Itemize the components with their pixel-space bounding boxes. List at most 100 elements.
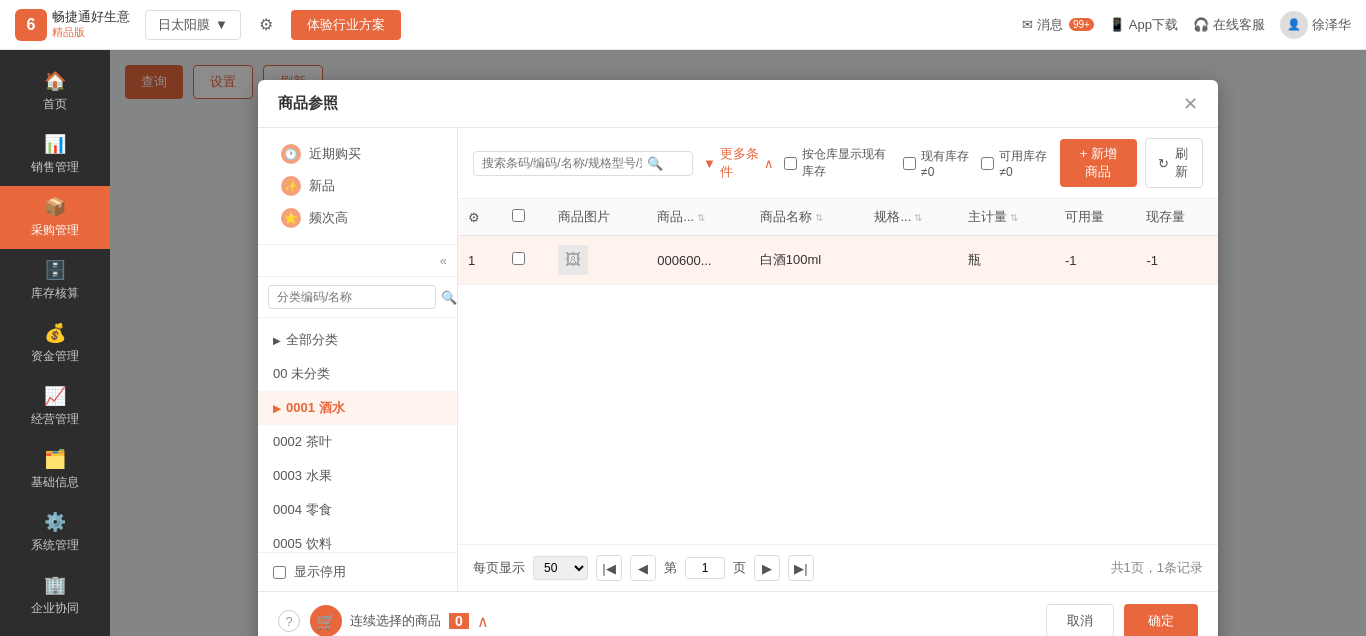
home-icon: 🏠 (44, 70, 66, 92)
warehouse-filter[interactable]: 按仓库显示现有库存 (784, 146, 893, 180)
settings-col-icon[interactable]: ⚙ (468, 210, 480, 225)
customer-service-label: 在线客服 (1213, 16, 1265, 34)
row-code: 000600... (647, 236, 750, 285)
new-icon: ✨ (281, 176, 301, 196)
sidebar-item-finance[interactable]: 💰 资金管理 (0, 312, 110, 375)
product-toolbar: 🔍 ▼ 更多条件 ∧ 按仓库显示现有库存 (458, 128, 1218, 199)
category-search-input[interactable] (268, 285, 436, 309)
last-page-button[interactable]: ▶| (788, 555, 814, 581)
user-item[interactable]: 👤 徐泽华 (1280, 11, 1351, 39)
arrow-icon: ▶ (273, 335, 281, 346)
category-item-0001[interactable]: ▶ 0001 酒水 (258, 391, 457, 425)
select-all-checkbox[interactable] (512, 209, 525, 222)
modal-footer: ? 🛒 连续选择的商品 0 ∧ 取消 确定 (258, 591, 1218, 636)
usable-filter[interactable]: 可用库存≠0 (981, 148, 1049, 179)
continuous-select-label: 连续选择的商品 (350, 612, 441, 630)
category-item-0004[interactable]: 0004 零食 (258, 493, 457, 527)
cart-icon[interactable]: 🛒 (310, 605, 342, 636)
search-icon[interactable]: 🔍 (441, 290, 457, 305)
username: 徐泽华 (1312, 16, 1351, 34)
prev-page-button[interactable]: ◀ (630, 555, 656, 581)
arrow-icon: ▶ (273, 403, 281, 414)
customer-service-item[interactable]: 🎧 在线客服 (1193, 16, 1265, 34)
category-label: 0004 零食 (273, 501, 332, 519)
category-label: 0001 酒水 (286, 399, 345, 417)
usable-checkbox[interactable] (981, 157, 994, 170)
col-spec: 规格...⇅ (864, 199, 958, 236)
settings-icon[interactable]: ⚙ (251, 10, 281, 40)
available-filter[interactable]: 现有库存≠0 (903, 148, 971, 179)
category-label: 0002 茶叶 (273, 433, 332, 451)
collapse-button[interactable]: « (258, 245, 457, 277)
category-item-0003[interactable]: 0003 水果 (258, 459, 457, 493)
available-label: 现有库存≠0 (921, 148, 971, 179)
content-area: 查询 设置 刷新 商品参照 ✕ (110, 50, 1366, 636)
trial-button[interactable]: 体验行业方案 (291, 10, 401, 40)
category-item-0005[interactable]: 0005 饮料 (258, 527, 457, 552)
refresh-label: 刷新 (1173, 145, 1190, 181)
sidebar-item-system[interactable]: ⚙️ 系统管理 (0, 501, 110, 564)
warehouse-label: 按仓库显示现有库存 (802, 146, 893, 180)
product-reference-modal: 商品参照 ✕ 🕐 近期购买 ✨ (258, 80, 1218, 636)
sidebar-item-label: 采购管理 (31, 222, 79, 239)
add-product-button[interactable]: + 新增商品 (1060, 139, 1137, 187)
page-input[interactable] (685, 557, 725, 579)
sidebar-item-sales[interactable]: 📊 销售管理 (0, 123, 110, 186)
product-search-input[interactable] (482, 156, 642, 170)
sidebar-item-operations[interactable]: 📈 经营管理 (0, 375, 110, 438)
sidebar-item-label: 基础信息 (31, 474, 79, 491)
warehouse-checkbox[interactable] (784, 157, 797, 170)
confirm-button[interactable]: 确定 (1124, 604, 1198, 636)
category-item-00[interactable]: 00 未分类 (258, 357, 457, 391)
col-code: 商品...⇅ (647, 199, 750, 236)
usable-label: 可用库存≠0 (999, 148, 1049, 179)
sidebar-item-label: 销售管理 (31, 159, 79, 176)
available-checkbox[interactable] (903, 157, 916, 170)
sidebar-item-enterprise[interactable]: 🏢 企业协同 (0, 564, 110, 627)
col-stock: 现存量 (1136, 199, 1218, 236)
pagination-bar: 每页显示 50 10 20 100 |◀ ◀ 第 页 (458, 544, 1218, 591)
collapse-cart-icon[interactable]: ∧ (477, 612, 489, 631)
category-item-all[interactable]: ▶ 全部分类 (258, 323, 457, 357)
cancel-button[interactable]: 取消 (1046, 604, 1114, 636)
category-item-0002[interactable]: 0002 茶叶 (258, 425, 457, 459)
search-icon[interactable]: 🔍 (647, 156, 663, 171)
product-table-wrap: ⚙ 商品图片 商品...⇅ 商品名称⇅ 规格...⇅ 主计量⇅ 可用量 现存量 (458, 199, 1218, 544)
per-page-select[interactable]: 50 10 20 100 (533, 556, 588, 580)
show-disabled-checkbox[interactable] (273, 566, 286, 579)
nav-dropdown[interactable]: 日太阳膜 ▼ (145, 10, 241, 40)
col-name: 商品名称⇅ (750, 199, 865, 236)
filter-button[interactable]: ▼ 更多条件 ∧ (703, 145, 774, 181)
analytics-icon: 📈 (44, 385, 66, 407)
app-download-item[interactable]: 📱 App下载 (1109, 16, 1178, 34)
row-unit: 瓶 (958, 236, 1055, 285)
logo-area: 6 畅捷通好生意 精品版 (15, 9, 135, 41)
sidebar-item-inventory[interactable]: 🗄️ 库存核算 (0, 249, 110, 312)
cart-area: 🛒 连续选择的商品 0 ∧ (310, 605, 489, 636)
first-page-button[interactable]: |◀ (596, 555, 622, 581)
col-img: 商品图片 (548, 199, 647, 236)
top-navigation: 6 畅捷通好生意 精品版 日太阳膜 ▼ ⚙ 体验行业方案 ✉ 消息 99+ 📱 … (0, 0, 1366, 50)
sidebar-item-guide[interactable]: 🌟 新手引导 (0, 627, 110, 636)
sidebar-item-basics[interactable]: 🗂️ 基础信息 (0, 438, 110, 501)
table-row[interactable]: 1 🖼 000600... 白酒100ml 瓶 (458, 236, 1218, 285)
sidebar-item-home[interactable]: 🏠 首页 (0, 60, 110, 123)
recent-label: 近期购买 (309, 145, 361, 163)
chart-icon: 📊 (44, 133, 66, 155)
cart-count: 0 (449, 613, 469, 629)
row-available: -1 (1055, 236, 1137, 285)
sidebar-item-purchase[interactable]: 📦 采购管理 (0, 186, 110, 249)
show-disabled: 显示停用 (258, 552, 457, 591)
help-icon[interactable]: ? (278, 610, 300, 632)
logo-text-area: 畅捷通好生意 精品版 (52, 9, 130, 41)
close-icon[interactable]: ✕ (1183, 95, 1198, 113)
next-page-button[interactable]: ▶ (754, 555, 780, 581)
main-layout: 🏠 首页 📊 销售管理 📦 采购管理 🗄️ 库存核算 💰 资金管理 📈 经营管理… (0, 50, 1366, 636)
new-products-item[interactable]: ✨ 新品 (273, 170, 442, 202)
frequent-item[interactable]: ⭐ 频次高 (273, 202, 442, 234)
recent-purchase-item[interactable]: 🕐 近期购买 (273, 138, 442, 170)
refresh-button[interactable]: ↻ 刷新 (1145, 138, 1203, 188)
refresh-icon: ↻ (1158, 156, 1169, 171)
messages-item[interactable]: ✉ 消息 99+ (1022, 16, 1094, 34)
row-checkbox[interactable] (512, 252, 525, 265)
